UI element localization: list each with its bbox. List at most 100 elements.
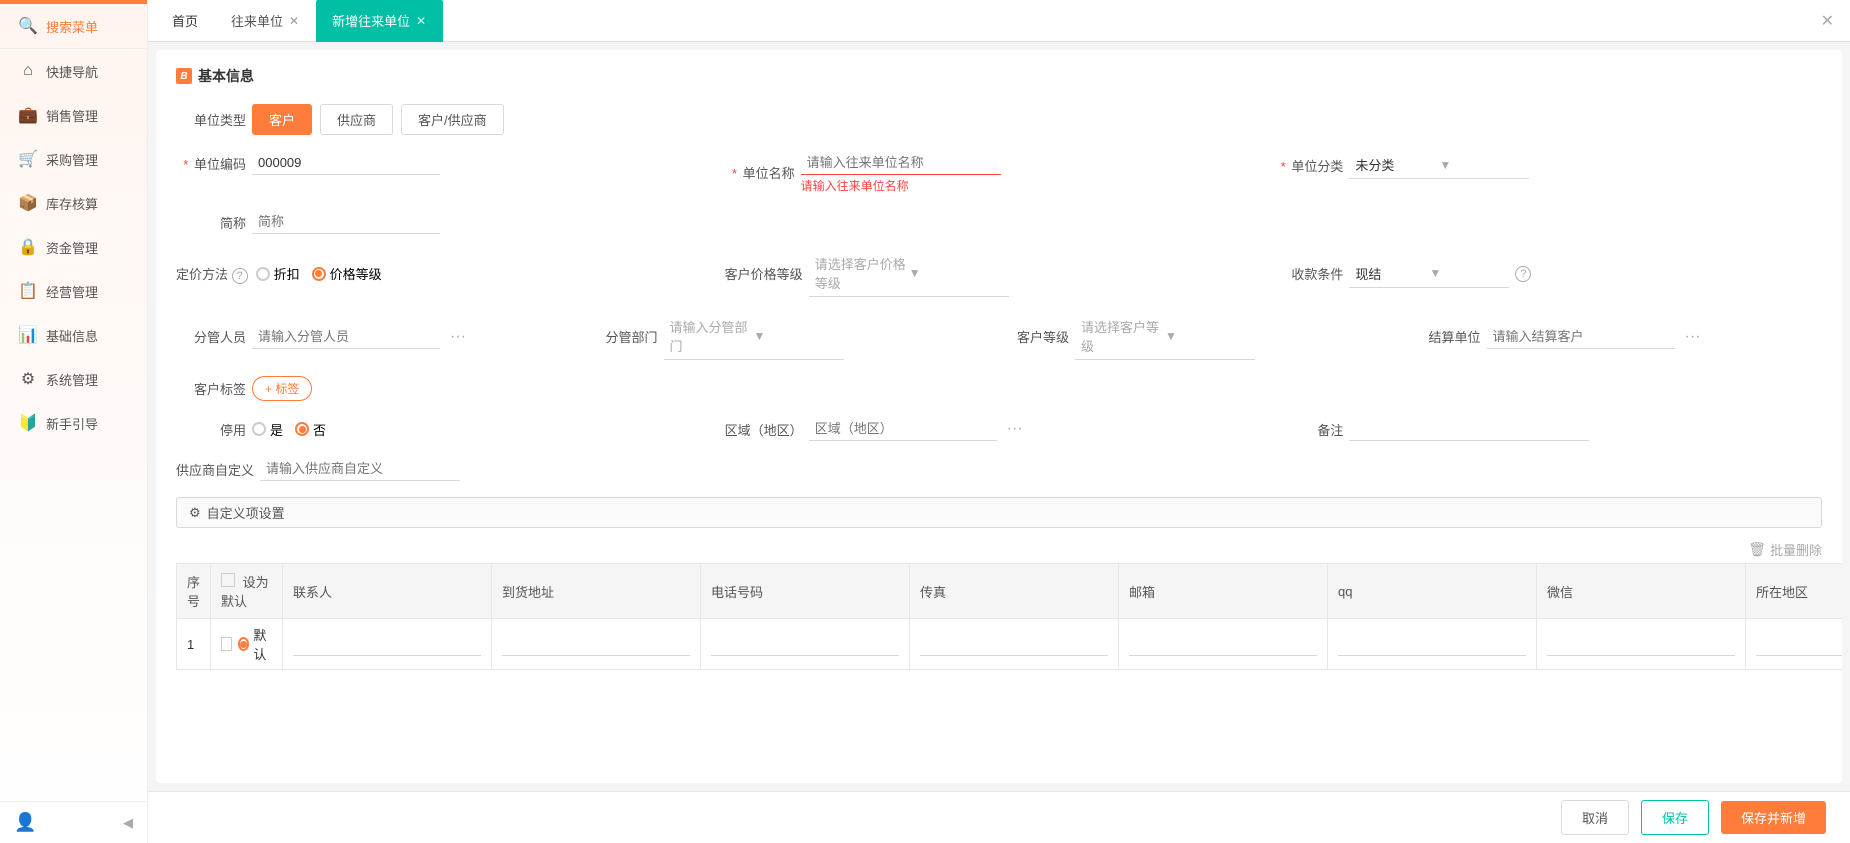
batch-delete-label[interactable]: 批量删除 bbox=[1770, 540, 1822, 559]
custom-settings-button[interactable]: ⚙ 自定义项设置 bbox=[176, 497, 1822, 528]
col-wechat: 微信 bbox=[1537, 564, 1746, 619]
contact-input[interactable] bbox=[293, 632, 481, 656]
sidebar: 🔍 搜索菜单 ⌂ 快捷导航 💼 销售管理 🛒 采购管理 📦 库存核算 🔒 资金管… bbox=[0, 0, 148, 843]
unit-name-input[interactable] bbox=[801, 151, 1001, 175]
short-name-input[interactable] bbox=[252, 210, 440, 234]
short-name-label: 简称 bbox=[176, 213, 246, 232]
tag-field: 客户标签 + 标签 bbox=[176, 376, 1822, 401]
pricing-help-icon[interactable]: ? bbox=[232, 268, 248, 284]
sidebar-item-finance[interactable]: 🔒 资金管理 bbox=[0, 225, 147, 269]
sidebar-item-sales[interactable]: 💼 销售管理 bbox=[0, 93, 147, 137]
default-radio[interactable]: 默认 bbox=[238, 625, 272, 663]
sidebar-item-quick-nav[interactable]: ⌂ 快捷导航 bbox=[0, 49, 147, 93]
payment-terms-help-icon[interactable]: ? bbox=[1515, 266, 1531, 282]
cell-default: 默认 bbox=[211, 619, 283, 670]
type-btn-customer[interactable]: 客户 bbox=[252, 104, 312, 135]
tabs-bar: 首页 往来单位 ✕ 新增往来单位 ✕ ✕ bbox=[148, 0, 1850, 42]
sidebar-search-label: 搜索菜单 bbox=[46, 17, 98, 36]
default-radio-label: 默认 bbox=[253, 625, 272, 663]
email-input[interactable] bbox=[1129, 632, 1317, 656]
type-btn-both[interactable]: 客户/供应商 bbox=[401, 104, 504, 135]
pricing-radio-price-level[interactable]: 价格等级 bbox=[312, 264, 382, 283]
tab-add-partner[interactable]: 新增往来单位 ✕ bbox=[316, 0, 443, 42]
add-tag-button[interactable]: + 标签 bbox=[252, 376, 312, 401]
region-field: 区域（地区） ··· bbox=[725, 417, 1274, 441]
pricing-radio-group: 折扣 价格等级 bbox=[256, 264, 382, 283]
disabled-radio-no[interactable]: 否 bbox=[295, 420, 326, 439]
tab-add-partner-close[interactable]: ✕ bbox=[416, 15, 426, 27]
pricing-radio-price-level-circle bbox=[312, 267, 326, 281]
sidebar-item-system[interactable]: ⚙ 系统管理 bbox=[0, 357, 147, 401]
unit-code-input[interactable] bbox=[252, 151, 440, 175]
disabled-yes-label: 是 bbox=[270, 420, 283, 439]
pricing-label: 定价方法 ? bbox=[176, 264, 248, 284]
type-btn-supplier[interactable]: 供应商 bbox=[320, 104, 393, 135]
save-button[interactable]: 保存 bbox=[1641, 800, 1709, 835]
customer-level-field: 客户等级 请选择客户等级 ▼ bbox=[999, 313, 1411, 360]
unit-name-field: * 单位名称 请输入往来单位名称 bbox=[725, 151, 1274, 194]
tab-home-label: 首页 bbox=[172, 11, 198, 30]
manager-input[interactable] bbox=[252, 325, 440, 349]
save-new-button[interactable]: 保存并新增 bbox=[1721, 801, 1826, 834]
main-area: 首页 往来单位 ✕ 新增往来单位 ✕ ✕ B 基本信息 单位类型 客户 供应商 bbox=[148, 0, 1850, 843]
purchase-icon: 🛒 bbox=[18, 149, 38, 169]
customer-level-select[interactable]: 请选择客户等级 ▼ bbox=[1075, 313, 1255, 360]
add-tag-label: + 标签 bbox=[265, 380, 299, 397]
expand-icon[interactable]: ◀ bbox=[123, 815, 133, 831]
region-table-input[interactable] bbox=[1756, 632, 1842, 656]
tab-partner-list[interactable]: 往来单位 ✕ bbox=[215, 0, 316, 42]
tab-home[interactable]: 首页 bbox=[156, 0, 215, 42]
col-default: 设为默认 bbox=[211, 564, 283, 619]
sidebar-item-operations[interactable]: 📋 经营管理 bbox=[0, 269, 147, 313]
settlement-unit-field: 结算单位 ··· bbox=[1411, 325, 1823, 349]
select-all-checkbox[interactable] bbox=[221, 573, 235, 587]
cell-phone bbox=[701, 619, 910, 670]
supplier-custom-field: 供应商自定义 bbox=[176, 457, 1822, 481]
payment-terms-select[interactable]: 现结 ▼ bbox=[1349, 260, 1509, 288]
dept-placeholder: 请输入分管部门 bbox=[670, 317, 754, 355]
col-region: 所在地区 bbox=[1746, 564, 1842, 619]
cell-contact bbox=[283, 619, 492, 670]
disabled-radio-yes[interactable]: 是 bbox=[252, 420, 283, 439]
row-checkbox[interactable] bbox=[221, 637, 232, 651]
cancel-button[interactable]: 取消 bbox=[1561, 800, 1629, 835]
supplier-custom-input[interactable] bbox=[260, 457, 460, 481]
unit-category-select[interactable]: 未分类 ▼ bbox=[1349, 151, 1529, 179]
wechat-input[interactable] bbox=[1547, 632, 1735, 656]
unit-name-label: * 单位名称 bbox=[725, 163, 795, 182]
notes-input[interactable] bbox=[1349, 417, 1589, 441]
tab-partner-list-close[interactable]: ✕ bbox=[289, 15, 299, 27]
settlement-unit-input[interactable] bbox=[1487, 325, 1675, 349]
col-seq: 序号 bbox=[177, 564, 211, 619]
settlement-unit-more-button[interactable]: ··· bbox=[1681, 328, 1705, 346]
customer-price-level-select[interactable]: 请选择客户价格等级 ▼ bbox=[809, 250, 1009, 297]
sidebar-item-basic-info[interactable]: 📊 基础信息 bbox=[0, 313, 147, 357]
sidebar-item-purchase[interactable]: 🛒 采购管理 bbox=[0, 137, 147, 181]
inventory-icon: 📦 bbox=[18, 193, 38, 213]
disabled-radio-group: 是 否 bbox=[252, 420, 326, 439]
unit-code-label: * 单位编码 bbox=[176, 154, 246, 173]
sidebar-item-guide[interactable]: 🔰 新手引导 bbox=[0, 401, 147, 445]
tab-add-partner-label: 新增往来单位 bbox=[332, 11, 410, 30]
region-more-button[interactable]: ··· bbox=[1003, 420, 1027, 438]
dept-field: 分管部门 请输入分管部门 ▼ bbox=[588, 313, 1000, 360]
form-content: B 基本信息 单位类型 客户 供应商 客户/供应商 * 单位编码 bbox=[156, 50, 1842, 783]
cell-wechat bbox=[1537, 619, 1746, 670]
customer-level-placeholder: 请选择客户等级 bbox=[1081, 317, 1165, 355]
sidebar-item-inventory[interactable]: 📦 库存核算 bbox=[0, 181, 147, 225]
sidebar-basic-info-label: 基础信息 bbox=[46, 326, 98, 345]
sidebar-system-label: 系统管理 bbox=[46, 370, 98, 389]
pricing-radio-discount[interactable]: 折扣 bbox=[256, 264, 300, 283]
close-all-tabs-button[interactable]: ✕ bbox=[1813, 7, 1842, 35]
manager-more-button[interactable]: ··· bbox=[446, 328, 470, 346]
disabled-label: 停用 bbox=[176, 420, 246, 439]
sidebar-item-search[interactable]: 🔍 搜索菜单 bbox=[0, 4, 147, 49]
phone-input[interactable] bbox=[711, 632, 899, 656]
region-input[interactable] bbox=[809, 417, 997, 441]
address-input[interactable] bbox=[502, 632, 690, 656]
sidebar-finance-label: 资金管理 bbox=[46, 238, 98, 257]
qq-input[interactable] bbox=[1338, 632, 1526, 656]
col-fax: 传真 bbox=[910, 564, 1119, 619]
dept-select[interactable]: 请输入分管部门 ▼ bbox=[664, 313, 844, 360]
fax-input[interactable] bbox=[920, 632, 1108, 656]
